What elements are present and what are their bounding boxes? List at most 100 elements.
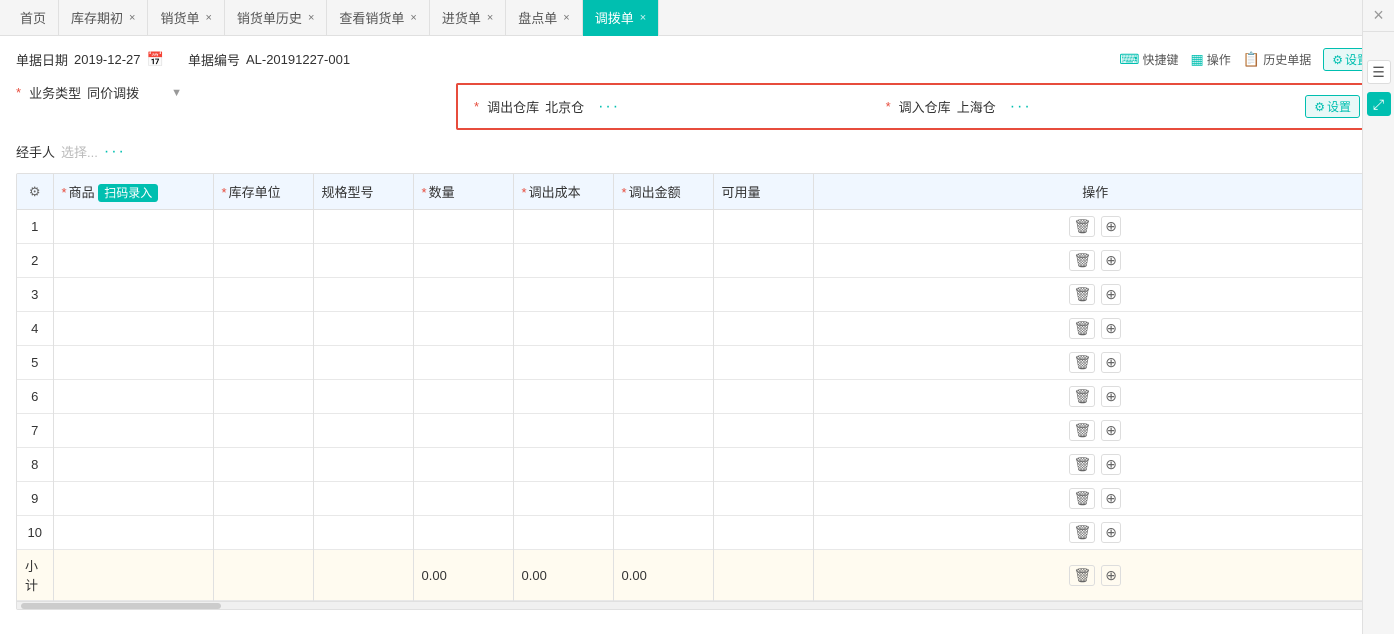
tab-sales-history[interactable]: 销货单历史 × bbox=[225, 0, 327, 36]
subtotal-label: 小计 bbox=[17, 550, 53, 601]
right-panel-list-btn[interactable]: ☰ bbox=[1367, 60, 1391, 84]
shortcut-action[interactable]: ⌨ 快捷键 bbox=[1119, 51, 1178, 68]
tab-transfer-order[interactable]: 调拨单 × bbox=[583, 0, 659, 36]
product-cell[interactable] bbox=[53, 482, 213, 516]
subtotal-copy-icon[interactable]: ⊕ bbox=[1101, 565, 1121, 586]
tab-sales-order[interactable]: 销货单 × bbox=[148, 0, 224, 36]
row-number: 6 bbox=[17, 380, 53, 414]
tab-purchase-order[interactable]: 进货单 × bbox=[430, 0, 506, 36]
transfer-cost-cell bbox=[513, 516, 613, 550]
delete-row-icon[interactable]: 🗑 bbox=[1069, 488, 1095, 509]
copy-row-icon[interactable]: ⊕ bbox=[1101, 522, 1121, 543]
copy-row-icon[interactable]: ⊕ bbox=[1101, 454, 1121, 475]
history-action[interactable]: 📋 历史单据 bbox=[1243, 51, 1311, 68]
transfer-out-more[interactable]: ··· bbox=[598, 98, 620, 116]
business-type-select[interactable]: 同价调拨 ▼ bbox=[87, 83, 182, 102]
header-row: 单据日期 2019-12-27 📅 单据编号 AL-20191227-001 ⌨… bbox=[16, 48, 1378, 71]
delete-row-icon[interactable]: 🗑 bbox=[1069, 454, 1095, 475]
transfer-out-block: * 调出仓库 北京仓 ··· bbox=[474, 97, 886, 116]
spec-cell bbox=[313, 244, 413, 278]
delete-row-icon[interactable]: 🗑 bbox=[1069, 216, 1095, 237]
copy-row-icon[interactable]: ⊕ bbox=[1101, 250, 1121, 271]
spec-cell bbox=[313, 312, 413, 346]
product-cell[interactable] bbox=[53, 210, 213, 244]
delete-row-icon[interactable]: 🗑 bbox=[1069, 386, 1095, 407]
copy-row-icon[interactable]: ⊕ bbox=[1101, 352, 1121, 373]
th-gear[interactable]: ⚙ bbox=[17, 174, 53, 210]
operations-cell: 🗑 ⊕ bbox=[813, 346, 1377, 380]
transfer-in-more[interactable]: ··· bbox=[1010, 98, 1032, 116]
table-row: 3 🗑 ⊕ bbox=[17, 278, 1377, 312]
delete-row-icon[interactable]: 🗑 bbox=[1069, 284, 1095, 305]
copy-row-icon[interactable]: ⊕ bbox=[1101, 284, 1121, 305]
tab-close-transfer-order[interactable]: × bbox=[640, 12, 646, 24]
quantity-cell[interactable] bbox=[413, 244, 513, 278]
delete-row-icon[interactable]: 🗑 bbox=[1069, 522, 1095, 543]
calendar-icon[interactable]: 📅 bbox=[147, 51, 164, 68]
unit-cell bbox=[213, 448, 313, 482]
tab-close-sales-history[interactable]: × bbox=[308, 12, 314, 24]
product-cell[interactable] bbox=[53, 278, 213, 312]
product-cell[interactable] bbox=[53, 380, 213, 414]
operator-more-btn[interactable]: ··· bbox=[104, 143, 126, 161]
th-operations: 操作 bbox=[813, 174, 1377, 210]
table-row: 1 🗑 ⊕ bbox=[17, 210, 1377, 244]
transfer-amount-cell bbox=[613, 312, 713, 346]
subtotal-unit bbox=[213, 550, 313, 601]
quantity-cell[interactable] bbox=[413, 414, 513, 448]
transfer-cost-cell bbox=[513, 448, 613, 482]
quantity-cell[interactable] bbox=[413, 210, 513, 244]
row-number: 10 bbox=[17, 516, 53, 550]
operations-cell: 🗑 ⊕ bbox=[813, 278, 1377, 312]
subtotal-delete-icon[interactable]: 🗑 bbox=[1069, 565, 1095, 586]
tab-close-inventory-init[interactable]: × bbox=[129, 12, 135, 24]
close-window-button[interactable]: × bbox=[1362, 0, 1394, 32]
date-field: 单据日期 2019-12-27 📅 bbox=[16, 50, 164, 69]
tab-view-sales[interactable]: 查看销货单 × bbox=[327, 0, 429, 36]
quantity-cell[interactable] bbox=[413, 448, 513, 482]
horizontal-scrollbar[interactable] bbox=[17, 601, 1377, 609]
transfer-cost-cell bbox=[513, 210, 613, 244]
copy-row-icon[interactable]: ⊕ bbox=[1101, 318, 1121, 339]
copy-row-icon[interactable]: ⊕ bbox=[1101, 216, 1121, 237]
tab-home[interactable]: 首页 bbox=[8, 0, 59, 36]
history-icon: 📋 bbox=[1243, 51, 1260, 68]
product-cell[interactable] bbox=[53, 516, 213, 550]
quantity-cell[interactable] bbox=[413, 516, 513, 550]
tab-close-purchase-order[interactable]: × bbox=[487, 12, 493, 24]
operator-select[interactable]: 选择... bbox=[61, 142, 98, 161]
available-cell bbox=[713, 448, 813, 482]
product-table: ⚙ *商品 扫码录入 *库存单位 规格型号 *数量 *调出成本 bbox=[17, 174, 1377, 601]
product-cell[interactable] bbox=[53, 346, 213, 380]
copy-row-icon[interactable]: ⊕ bbox=[1101, 420, 1121, 441]
quantity-cell[interactable] bbox=[413, 312, 513, 346]
copy-row-icon[interactable]: ⊕ bbox=[1101, 488, 1121, 509]
quantity-cell[interactable] bbox=[413, 346, 513, 380]
delete-row-icon[interactable]: 🗑 bbox=[1069, 250, 1095, 271]
transfer-amount-cell bbox=[613, 278, 713, 312]
product-cell[interactable] bbox=[53, 244, 213, 278]
subtotal-spec bbox=[313, 550, 413, 601]
quantity-cell[interactable] bbox=[413, 482, 513, 516]
available-cell bbox=[713, 346, 813, 380]
copy-row-icon[interactable]: ⊕ bbox=[1101, 386, 1121, 407]
scan-barcode-button[interactable]: 扫码录入 bbox=[98, 184, 158, 202]
product-cell[interactable] bbox=[53, 414, 213, 448]
delete-row-icon[interactable]: 🗑 bbox=[1069, 352, 1095, 373]
tab-close-sales-order[interactable]: × bbox=[205, 12, 211, 24]
right-panel-expand-btn[interactable]: ⤢ bbox=[1367, 92, 1391, 116]
delete-row-icon[interactable]: 🗑 bbox=[1069, 420, 1095, 441]
operations-action[interactable]: ▦ 操作 bbox=[1191, 51, 1231, 68]
quantity-cell[interactable] bbox=[413, 278, 513, 312]
product-cell[interactable] bbox=[53, 448, 213, 482]
quantity-cell[interactable] bbox=[413, 380, 513, 414]
scrollbar-thumb[interactable] bbox=[21, 603, 221, 609]
product-cell[interactable] bbox=[53, 312, 213, 346]
tab-inventory-init[interactable]: 库存期初 × bbox=[59, 0, 148, 36]
tab-close-view-sales[interactable]: × bbox=[410, 12, 416, 24]
number-field: 单据编号 AL-20191227-001 bbox=[188, 50, 350, 69]
warehouse-settings-button[interactable]: ⚙设置 bbox=[1305, 95, 1360, 118]
delete-row-icon[interactable]: 🗑 bbox=[1069, 318, 1095, 339]
tab-close-inventory-count[interactable]: × bbox=[563, 12, 569, 24]
tab-inventory-count[interactable]: 盘点单 × bbox=[506, 0, 582, 36]
